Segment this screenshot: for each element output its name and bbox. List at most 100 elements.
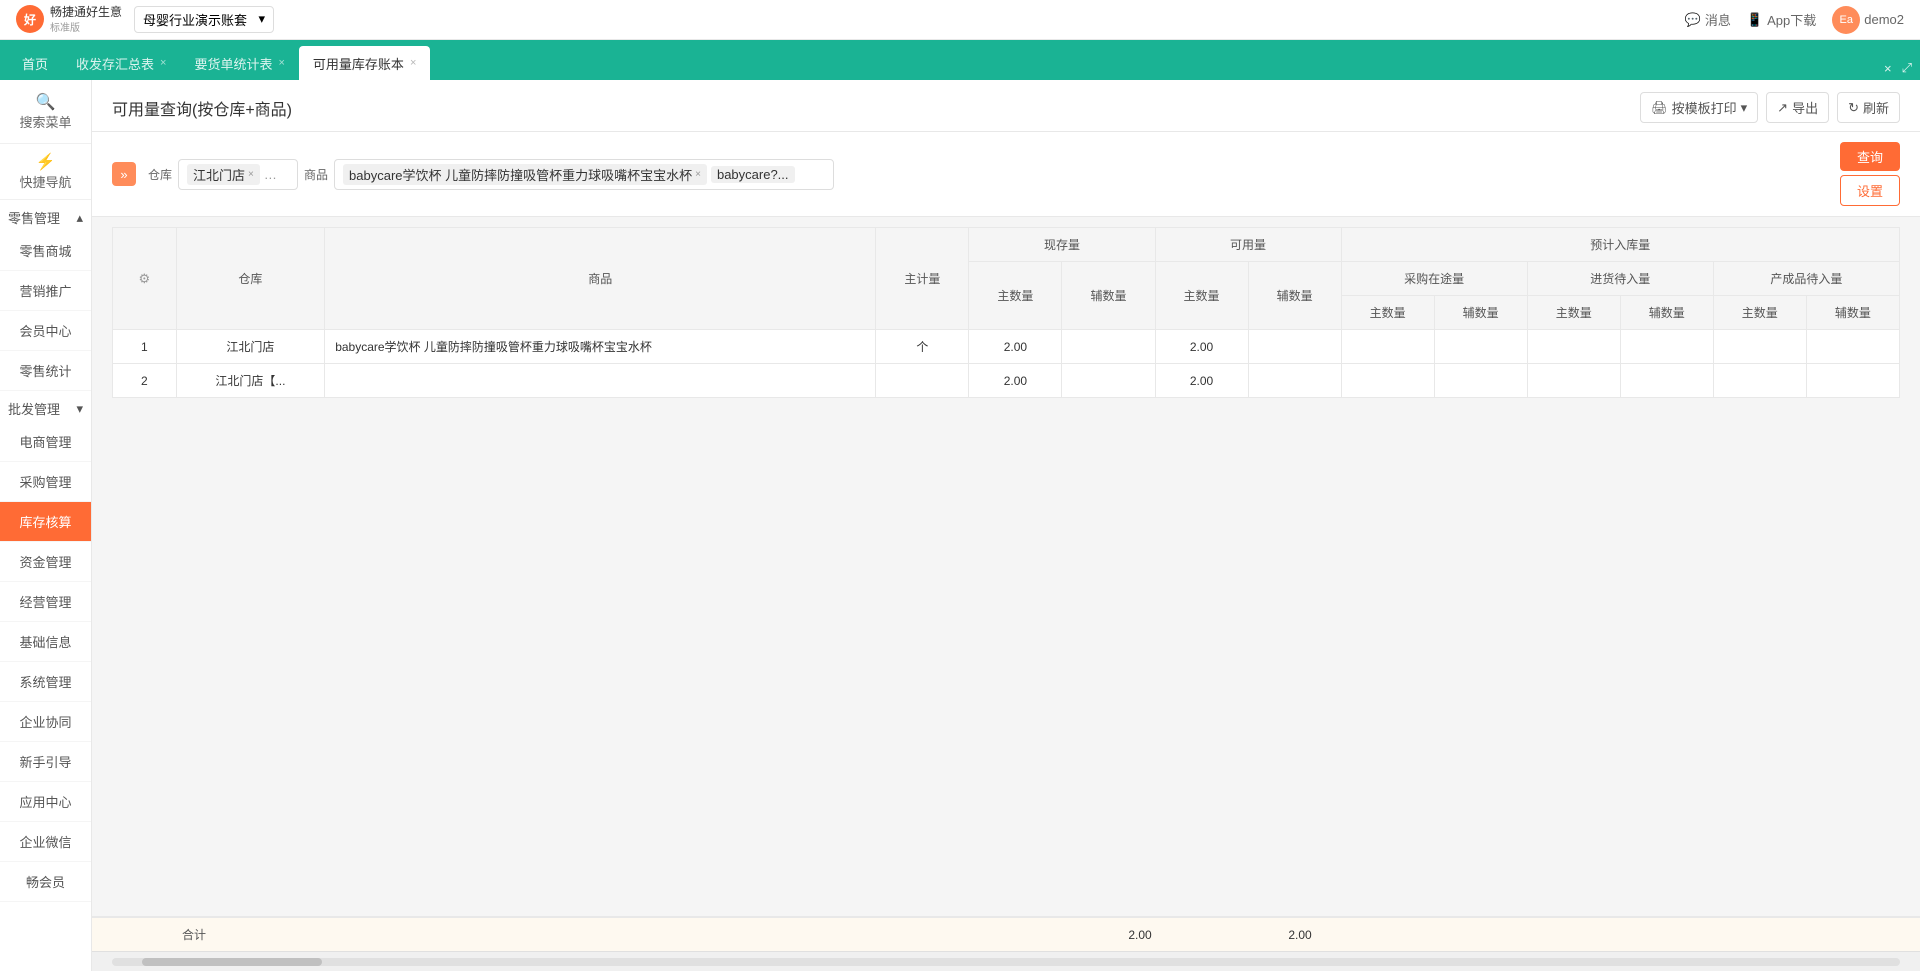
- vip-label: 畅会员: [26, 872, 65, 891]
- avatar: Ea: [1832, 6, 1860, 34]
- app-icon: 📱: [1747, 12, 1763, 28]
- sidebar-item-apps[interactable]: 应用中心: [0, 782, 91, 822]
- sidebar-item-retail-shop[interactable]: 零售商城: [0, 231, 91, 271]
- settings-filter-button[interactable]: 设置: [1840, 175, 1900, 206]
- sidebar-item-inventory[interactable]: 库存核算: [0, 502, 91, 542]
- print-chevron-icon: ▾: [1741, 100, 1748, 116]
- operation-label: 经营管理: [19, 592, 71, 611]
- tab-home-label: 首页: [22, 54, 48, 73]
- cell-product: [325, 364, 876, 398]
- th-settings[interactable]: ⚙: [113, 228, 177, 330]
- industry-value: 母婴行业演示账套: [143, 10, 247, 29]
- sidebar-item-wholesale[interactable]: 批发管理 ▾: [0, 391, 91, 422]
- tab-receivable[interactable]: 收发存汇总表 ×: [62, 46, 180, 80]
- logo-sub: 标准版: [50, 19, 122, 34]
- th-product-main: 主数量: [1713, 296, 1806, 330]
- refresh-button[interactable]: ↻ 刷新: [1837, 92, 1900, 123]
- expand-icon[interactable]: ⤢: [1902, 60, 1912, 76]
- sidebar-item-retail-stats[interactable]: 零售统计: [0, 351, 91, 391]
- quick-nav-button[interactable]: ⚡ 快捷导航: [4, 148, 87, 195]
- print-button[interactable]: 🖨 按模板打印 ▾: [1640, 92, 1758, 123]
- warehouse-tag-text: 江北门店: [193, 165, 245, 184]
- industry-select[interactable]: 母婴行业演示账套 ▾: [134, 6, 274, 33]
- data-table: ⚙ 仓库 商品 主计量 现存量 可用量 预计入库量 主数量 辅数量 主数量 辅数…: [112, 227, 1900, 398]
- sidebar-item-wechat[interactable]: 企业微信: [0, 822, 91, 862]
- export-icon: ↗: [1777, 100, 1788, 116]
- app-download-button[interactable]: 📱 App下载: [1747, 10, 1816, 29]
- filter-actions: 查询 设置: [1840, 142, 1900, 206]
- cell-purchase-aux: [1434, 364, 1527, 398]
- cell-purchase-main: [1341, 330, 1434, 364]
- warehouse-more-dots[interactable]: …: [264, 167, 277, 182]
- finance-label: 资金管理: [19, 552, 71, 571]
- close-all-icon[interactable]: ×: [1884, 61, 1892, 76]
- filter-expand-button[interactable]: »: [112, 162, 136, 186]
- message-button[interactable]: 💬 消息: [1685, 10, 1731, 29]
- user-menu[interactable]: Ea demo2: [1832, 6, 1904, 34]
- sidebar-item-purchase[interactable]: 采购管理: [0, 462, 91, 502]
- sidebar-item-operation[interactable]: 经营管理: [0, 582, 91, 622]
- logo: 好 畅捷通好生意 标准版: [16, 5, 122, 34]
- horizontal-scrollbar[interactable]: [112, 958, 1900, 966]
- table-settings-icon[interactable]: ⚙: [135, 270, 153, 288]
- print-icon: 🖨: [1651, 100, 1668, 116]
- tab-order[interactable]: 要货单统计表 ×: [180, 46, 298, 80]
- sidebar-item-member[interactable]: 会员中心: [0, 311, 91, 351]
- search-menu-button[interactable]: 🔍 搜索菜单: [8, 88, 83, 135]
- message-icon: 💬: [1685, 12, 1701, 28]
- chevron-down-icon: ▾: [258, 11, 265, 27]
- th-available-qty: 可用量: [1155, 228, 1341, 262]
- cell-current-aux: [1062, 364, 1155, 398]
- cell-incoming-aux: [1620, 330, 1713, 364]
- product-tag-1-close[interactable]: ×: [695, 169, 701, 180]
- sidebar-item-vip[interactable]: 畅会员: [0, 862, 91, 902]
- tab-receivable-close[interactable]: ×: [160, 57, 166, 69]
- cell-product: babycare学饮杯 儿童防摔防撞吸管杯重力球吸嘴杯宝宝水杯: [325, 330, 876, 364]
- scrollbar-thumb[interactable]: [142, 958, 322, 966]
- sidebar-item-basic[interactable]: 基础信息: [0, 622, 91, 662]
- sidebar-item-enterprise[interactable]: 企业协同: [0, 702, 91, 742]
- main-layout: 🔍 搜索菜单 ⚡ 快捷导航 零售管理 ▴ 零售商城 营销推广 会员中心 零售统计: [0, 80, 1920, 971]
- table-row: 1 江北门店 babycare学饮杯 儿童防摔防撞吸管杯重力球吸嘴杯宝宝水杯 个…: [113, 330, 1900, 364]
- sidebar-item-system[interactable]: 系统管理: [0, 662, 91, 702]
- sidebar-item-finance[interactable]: 资金管理: [0, 542, 91, 582]
- sidebar-item-guide[interactable]: 新手引导: [0, 742, 91, 782]
- filter-group: 仓库 江北门店 × … 商品 babycare学饮杯 儿童防摔防撞吸管杯重力球吸…: [148, 159, 1828, 190]
- logo-text: 畅捷通好生意: [50, 5, 122, 19]
- cell-purchase-main: [1341, 364, 1434, 398]
- cell-incoming-main: [1527, 330, 1620, 364]
- th-purchase-main: 主数量: [1341, 296, 1434, 330]
- footer-available-aux: [1340, 928, 1420, 942]
- quick-nav-area: ⚡ 快捷导航: [0, 144, 91, 200]
- top-bar: 好 畅捷通好生意 标准版 母婴行业演示账套 ▾ 💬 消息 📱 App下载 Ea …: [0, 0, 1920, 40]
- th-warehouse: 仓库: [176, 228, 325, 330]
- tab-available-close[interactable]: ×: [410, 57, 416, 69]
- query-button[interactable]: 查询: [1840, 142, 1900, 171]
- th-current-stock: 现存量: [969, 228, 1155, 262]
- cell-warehouse: 江北门店【...: [176, 364, 325, 398]
- warehouse-filter-input[interactable]: 江北门店 × …: [178, 159, 298, 190]
- ecommerce-label: 电商管理: [19, 432, 71, 451]
- tab-home[interactable]: 首页: [8, 46, 62, 80]
- tab-available[interactable]: 可用量库存账本 ×: [299, 46, 430, 80]
- sidebar-item-retail-management[interactable]: 零售管理 ▴: [0, 200, 91, 231]
- th-current-main: 主数量: [969, 262, 1062, 330]
- cell-no: 2: [113, 364, 177, 398]
- marketing-label: 营销推广: [19, 281, 71, 300]
- system-label: 系统管理: [19, 672, 71, 691]
- product-filter-input[interactable]: babycare学饮杯 儿童防摔防撞吸管杯重力球吸嘴杯宝宝水杯 × babyca…: [334, 159, 834, 190]
- page-header: 可用量查询(按仓库+商品) 🖨 按模板打印 ▾ ↗ 导出 ↻ 刷新: [92, 80, 1920, 132]
- page-actions: 🖨 按模板打印 ▾ ↗ 导出 ↻ 刷新: [1640, 92, 1900, 123]
- sidebar-item-marketing[interactable]: 营销推广: [0, 271, 91, 311]
- tab-order-close[interactable]: ×: [278, 57, 284, 69]
- footer-incoming-aux: [1660, 928, 1740, 942]
- inventory-label: 库存核算: [19, 512, 71, 531]
- th-purchase-aux: 辅数量: [1434, 296, 1527, 330]
- th-product-pending: 产成品待入量: [1713, 262, 1899, 296]
- sidebar-item-ecommerce[interactable]: 电商管理: [0, 422, 91, 462]
- footer-current-main: 2.00: [1100, 928, 1180, 942]
- sidebar: 🔍 搜索菜单 ⚡ 快捷导航 零售管理 ▴ 零售商城 营销推广 会员中心 零售统计: [0, 80, 92, 971]
- product-tag-2-text: babycare?...: [717, 167, 789, 182]
- warehouse-tag-close[interactable]: ×: [248, 169, 254, 180]
- export-button[interactable]: ↗ 导出: [1766, 92, 1829, 123]
